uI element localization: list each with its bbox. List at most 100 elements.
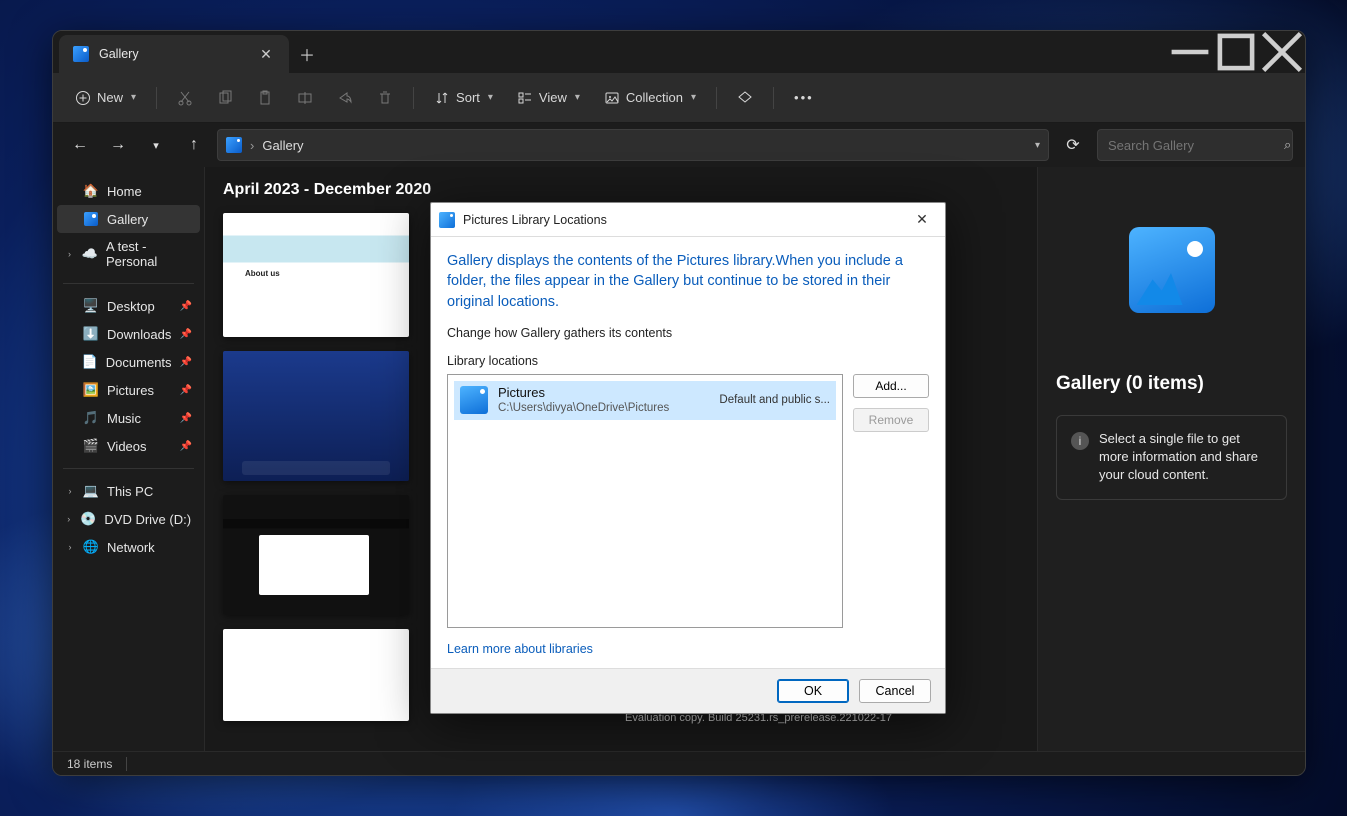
tab-title: Gallery (99, 47, 245, 61)
view-icon (517, 90, 533, 106)
more-icon: ••• (794, 90, 814, 105)
chevron-down-icon[interactable]: ▾ (1035, 140, 1040, 151)
download-icon: ⬇️ (83, 326, 99, 342)
share-button[interactable] (327, 81, 363, 115)
share-icon (337, 90, 353, 106)
sidebar-item-network[interactable]: ›🌐Network (57, 533, 200, 561)
new-button[interactable]: New▾ (65, 81, 146, 115)
gallery-icon (73, 46, 89, 62)
copy-button[interactable] (207, 81, 243, 115)
dialog-close-button[interactable]: ✕ (907, 208, 937, 232)
collection-icon (604, 90, 620, 106)
sidebar-item-atest[interactable]: ›☁️A test - Personal (57, 233, 200, 275)
address-bar[interactable]: › Gallery ▾ (217, 129, 1049, 161)
sidebar-item-home[interactable]: 🏠Home (57, 177, 200, 205)
sidebar-item-pictures[interactable]: 🖼️Pictures📌 (57, 376, 200, 404)
sidebar-item-music[interactable]: 🎵Music📌 (57, 404, 200, 432)
more-button[interactable]: ••• (784, 81, 824, 115)
rename-button[interactable] (287, 81, 323, 115)
pin-icon: 📌 (180, 357, 192, 368)
location-tag: Default and public s... (719, 394, 830, 406)
thumbnail-item[interactable] (223, 495, 409, 615)
library-locations-dialog: Pictures Library Locations ✕ Gallery dis… (430, 202, 946, 714)
pictures-icon: 🖼️ (83, 382, 99, 398)
collection-button[interactable]: Collection▾ (594, 81, 706, 115)
videos-icon: 🎬 (83, 438, 99, 454)
forward-button[interactable]: → (103, 130, 133, 160)
details-pane: Gallery (0 items) i Select a single file… (1037, 167, 1305, 751)
plus-circle-icon (75, 90, 91, 106)
location-item[interactable]: Pictures C:\Users\divya\OneDrive\Picture… (454, 381, 836, 420)
sort-button[interactable]: Sort▾ (424, 81, 503, 115)
sort-icon (434, 90, 450, 106)
view-button[interactable]: View▾ (507, 81, 590, 115)
search-icon: ⌕ (1284, 137, 1291, 153)
home-icon: 🏠 (83, 183, 99, 199)
gallery-icon (226, 137, 242, 153)
search-input[interactable] (1108, 138, 1284, 153)
titlebar: Gallery ✕ ＋ (53, 31, 1305, 73)
locations-list[interactable]: Pictures C:\Users\divya\OneDrive\Picture… (447, 374, 843, 628)
pin-icon: 📌 (180, 385, 192, 396)
sidebar: 🏠Home Gallery ›☁️A test - Personal 🖥️Des… (53, 167, 205, 751)
sidebar-item-videos[interactable]: 🎬Videos📌 (57, 432, 200, 460)
pin-icon: 📌 (180, 329, 192, 340)
documents-icon: 📄 (82, 354, 98, 370)
info-icon: i (1071, 432, 1089, 450)
toolbar: New▾ Sort▾ View▾ Collection▾ ••• (53, 73, 1305, 123)
delete-button[interactable] (367, 81, 403, 115)
copy-icon (217, 90, 233, 106)
learn-more-link[interactable]: Learn more about libraries (447, 642, 593, 656)
tab-gallery[interactable]: Gallery ✕ (59, 35, 289, 73)
desktop-icon: 🖥️ (83, 298, 99, 314)
recent-button[interactable]: ▾ (141, 130, 171, 160)
disc-icon: 💿 (80, 511, 96, 527)
close-window-button[interactable] (1259, 31, 1305, 73)
sidebar-item-gallery[interactable]: Gallery (57, 205, 200, 233)
add-location-button[interactable]: Add... (853, 374, 929, 398)
back-button[interactable]: ← (65, 130, 95, 160)
breadcrumb: Gallery (262, 138, 303, 153)
location-path: C:\Users\divya\OneDrive\Pictures (498, 401, 709, 415)
sidebar-item-dvd[interactable]: ›💿DVD Drive (D:) CCC (57, 505, 200, 533)
paste-icon (257, 90, 273, 106)
network-icon: 🌐 (83, 539, 99, 555)
dialog-footer: OK Cancel (431, 668, 945, 713)
paste-button[interactable] (247, 81, 283, 115)
minimize-button[interactable] (1167, 31, 1213, 73)
sidebar-item-documents[interactable]: 📄Documents📌 (57, 348, 200, 376)
cloud-icon: ☁️ (82, 246, 98, 262)
maximize-button[interactable] (1213, 31, 1259, 73)
content-heading: April 2023 - December 2020 (223, 181, 1019, 199)
pin-icon: 📌 (180, 413, 192, 424)
details-title: Gallery (0 items) (1056, 373, 1204, 395)
dialog-subheading: Change how Gallery gathers its contents (447, 326, 929, 340)
status-bar: 18 items (53, 751, 1305, 775)
thumbnail-item[interactable] (223, 213, 409, 337)
gallery-icon (83, 211, 99, 227)
cut-icon (177, 90, 193, 106)
pictures-icon (439, 212, 455, 228)
sidebar-item-thispc[interactable]: ›💻This PC (57, 477, 200, 505)
close-tab-button[interactable]: ✕ (255, 46, 277, 63)
status-items: 18 items (67, 757, 112, 771)
sidebar-item-desktop[interactable]: 🖥️Desktop📌 (57, 292, 200, 320)
new-tab-button[interactable]: ＋ (289, 35, 325, 73)
pc-icon: 💻 (83, 483, 99, 499)
filter-icon (737, 90, 753, 106)
music-icon: 🎵 (83, 410, 99, 426)
ok-button[interactable]: OK (777, 679, 849, 703)
cancel-button[interactable]: Cancel (859, 679, 931, 703)
remove-location-button[interactable]: Remove (853, 408, 929, 432)
rename-icon (297, 90, 313, 106)
cut-button[interactable] (167, 81, 203, 115)
nav-row: ← → ▾ ↑ › Gallery ▾ ⟳ ⌕ (53, 123, 1305, 167)
thumbnail-item[interactable] (223, 629, 409, 721)
search-box[interactable]: ⌕ (1097, 129, 1293, 161)
filter-button[interactable] (727, 81, 763, 115)
sidebar-item-downloads[interactable]: ⬇️Downloads📌 (57, 320, 200, 348)
pin-icon: 📌 (180, 441, 192, 452)
up-button[interactable]: ↑ (179, 130, 209, 160)
refresh-button[interactable]: ⟳ (1057, 129, 1089, 161)
thumbnail-item[interactable] (223, 351, 409, 481)
